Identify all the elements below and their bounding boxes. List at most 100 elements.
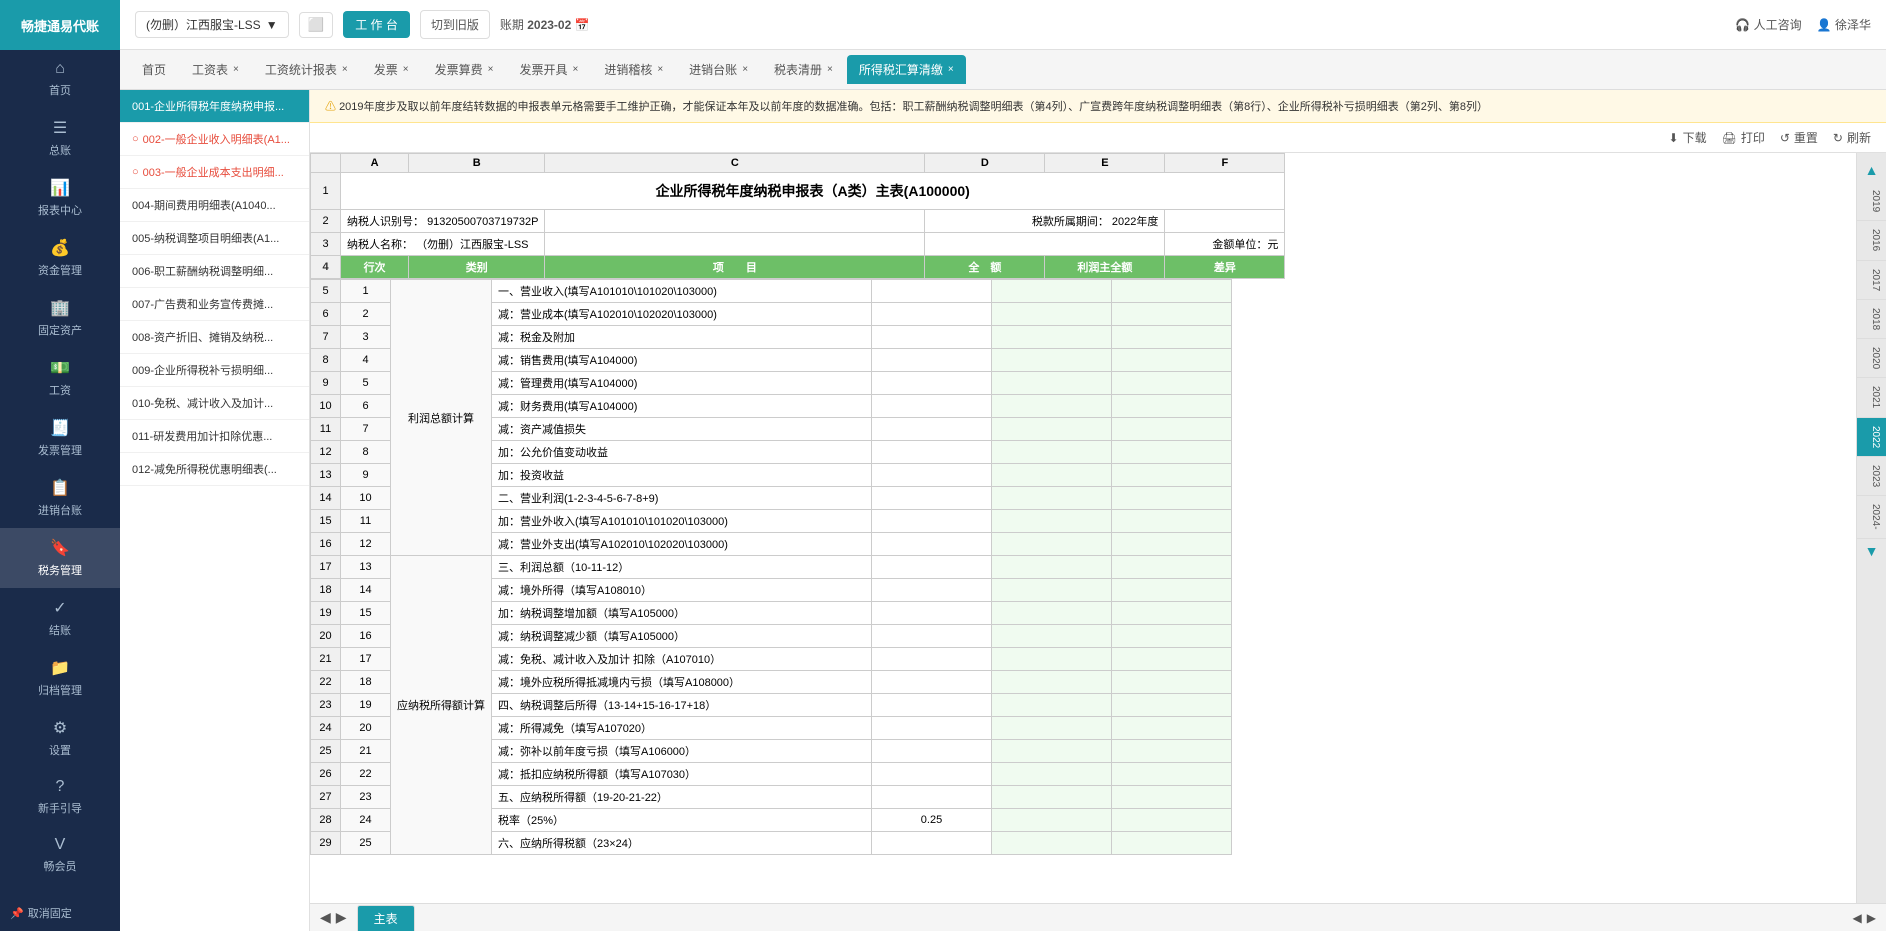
tab-payroll[interactable]: 工资表 × — [180, 55, 251, 84]
tab-sales-ledger[interactable]: 进销台账 × — [677, 55, 760, 84]
close-tab-invoice-fee[interactable]: × — [488, 64, 494, 75]
tab-sales-check[interactable]: 进销稽核 × — [592, 55, 675, 84]
calendar-icon[interactable]: 📅 — [575, 18, 590, 32]
content-area: 001-企业所得税年度纳税申报... 002-一般企业收入明细表(A1... 0… — [120, 90, 1886, 931]
sidebar-item-label: 新手引导 — [38, 800, 82, 816]
download-button[interactable]: ⬇ 下载 — [1669, 129, 1707, 146]
print-button[interactable]: 🖨 打印 — [1722, 129, 1765, 146]
sidebar-item-member[interactable]: V 畅会员 — [0, 826, 120, 884]
sidebar-item-general-ledger[interactable]: ☰ 总账 — [0, 108, 120, 168]
left-panel-item-005[interactable]: 005-纳税调整项目明细表(A1... — [120, 222, 309, 255]
sheet-wrapper: A B C D E F — [310, 153, 1886, 903]
member-icon: V — [55, 836, 66, 854]
tab-invoice-open[interactable]: 发票开具 × — [507, 55, 590, 84]
year-scroll-down[interactable]: ▼ — [1861, 539, 1883, 563]
year-2021[interactable]: 2021 — [1857, 378, 1886, 417]
sheet-tab-main[interactable]: 主表 — [357, 905, 415, 931]
year-2019[interactable]: 2019 — [1857, 182, 1886, 221]
close-tab-payroll-stats[interactable]: × — [342, 64, 348, 75]
left-panel-item-010[interactable]: 010-免税、减计收入及加计... — [120, 387, 309, 420]
tab-invoice[interactable]: 发票 × — [362, 55, 421, 84]
year-2022[interactable]: 2022 — [1857, 418, 1886, 457]
sales-icon: 📋 — [50, 478, 70, 498]
pin-icon: 📌 — [10, 907, 24, 920]
left-panel-item-001[interactable]: 001-企业所得税年度纳税申报... — [120, 90, 309, 123]
reset-button[interactable]: ↺ 重置 — [1780, 129, 1818, 146]
sidebar-item-tax[interactable]: 🔖 税务管理 — [0, 528, 120, 588]
left-panel-item-007[interactable]: 007-广告费和业务宣传费摊... — [120, 288, 309, 321]
year-2018[interactable]: 2018 — [1857, 300, 1886, 339]
home-icon: ⌂ — [55, 60, 65, 78]
sidebar-item-settings[interactable]: ⚙ 设置 — [0, 708, 120, 768]
sidebar-item-label: 报表中心 — [38, 202, 82, 218]
sheet-nav-left[interactable]: ◀ — [320, 909, 331, 926]
sidebar-item-fund[interactable]: 💰 资金管理 — [0, 228, 120, 288]
data-table: 51利润总额计算一、营业收入(填写A101010\101020\103000)6… — [310, 279, 1232, 855]
workbench-button[interactable]: 工 作 台 — [343, 11, 410, 38]
sidebar-item-home[interactable]: ⌂ 首页 — [0, 50, 120, 108]
year-2020[interactable]: 2020 — [1857, 339, 1886, 378]
company-icon-btn[interactable]: ⬜ — [299, 12, 334, 38]
tab-payroll-stats[interactable]: 工资统计报表 × — [253, 55, 360, 84]
tab-tax-list[interactable]: 税表清册 × — [762, 55, 845, 84]
left-panel-item-006[interactable]: 006-职工薪酬纳税调整明细... — [120, 255, 309, 288]
ledger-icon: ☰ — [53, 118, 67, 138]
sheet-tab-bar: ◀ ▶ 主表 ◀ ▶ — [310, 903, 1886, 931]
sidebar-item-settlement[interactable]: ✓ 结账 — [0, 588, 120, 648]
scroll-right-btn[interactable]: ▶ — [1867, 911, 1876, 925]
sidebar-item-report-center[interactable]: 📊 报表中心 — [0, 168, 120, 228]
sidebar-item-label: 归档管理 — [38, 682, 82, 698]
close-tab-sales-check[interactable]: × — [657, 64, 663, 75]
sidebar-item-label: 资金管理 — [38, 262, 82, 278]
year-2023[interactable]: 2023 — [1857, 457, 1886, 496]
refresh-button[interactable]: ↻ 刷新 — [1833, 129, 1871, 146]
sidebar-item-label: 结账 — [49, 622, 71, 638]
sidebar-item-label: 畅会员 — [44, 858, 77, 874]
refresh-icon: ↻ — [1833, 131, 1843, 145]
nav-tabs: 首页 工资表 × 工资统计报表 × 发票 × 发票算费 × 发票开具 × — [120, 50, 1886, 90]
left-panel-item-002[interactable]: 002-一般企业收入明细表(A1... — [120, 123, 309, 156]
left-panel-item-009[interactable]: 009-企业所得税补亏损明细... — [120, 354, 309, 387]
year-2017[interactable]: 2017 — [1857, 261, 1886, 300]
cancel-fixed-btn[interactable]: 📌 取消固定 — [0, 895, 120, 931]
close-tab-sales-ledger[interactable]: × — [742, 64, 748, 75]
tax-icon: 🔖 — [50, 538, 70, 558]
close-tab-invoice-open[interactable]: × — [572, 64, 578, 75]
close-tab-tax-list[interactable]: × — [827, 64, 833, 75]
sidebar-item-guide[interactable]: ? 新手引导 — [0, 768, 120, 826]
left-panel-item-011[interactable]: 011-研发费用加计扣除优惠... — [120, 420, 309, 453]
spreadsheet-container[interactable]: A B C D E F — [310, 153, 1856, 903]
info-row-2: 3 纳税人名称： （勿删）江西服宝-LSS 金额单位：元 — [311, 233, 1285, 256]
left-panel-item-008[interactable]: 008-资产折旧、摊销及纳税... — [120, 321, 309, 354]
year-2024[interactable]: 2024- — [1857, 496, 1886, 539]
company-selector[interactable]: (勿删）江西服宝-LSS ▼ — [135, 11, 289, 38]
scroll-left-btn[interactable]: ◀ — [1853, 911, 1862, 925]
sidebar-item-payroll[interactable]: 💵 工资 — [0, 348, 120, 408]
user-icon: 👤 — [1817, 18, 1832, 32]
left-panel-item-004[interactable]: 004-期间费用明细表(A1040... — [120, 189, 309, 222]
tab-tax-settlement[interactable]: 所得税汇算清缴 × — [847, 55, 966, 84]
sidebar-item-invoice[interactable]: 🧾 发票管理 — [0, 408, 120, 468]
left-panel-item-012[interactable]: 012-减免所得税优惠明细表(... — [120, 453, 309, 486]
sidebar-item-label: 首页 — [49, 82, 71, 98]
year-2016[interactable]: 2016 — [1857, 221, 1886, 260]
switch-version-button[interactable]: 切到旧版 — [420, 10, 490, 39]
close-tab-invoice[interactable]: × — [403, 64, 409, 75]
sidebar-item-archive[interactable]: 📁 归档管理 — [0, 648, 120, 708]
year-scroll-up[interactable]: ▲ — [1861, 158, 1883, 182]
close-tab-payroll[interactable]: × — [233, 64, 239, 75]
close-tab-tax-settlement[interactable]: × — [948, 64, 954, 75]
sidebar-item-label: 总账 — [49, 142, 71, 158]
sidebar-item-fixed-assets[interactable]: 🏢 固定资产 — [0, 288, 120, 348]
company-name: (勿删）江西服宝-LSS — [146, 16, 261, 33]
left-panel-item-003[interactable]: 003-一般企业成本支出明细... — [120, 156, 309, 189]
tab-home[interactable]: 首页 — [130, 55, 178, 84]
sidebar-item-sales[interactable]: 📋 进销台账 — [0, 468, 120, 528]
user-service[interactable]: 🎧 人工咨询 — [1735, 16, 1801, 33]
download-icon: ⬇ — [1669, 131, 1679, 145]
fund-icon: 💰 — [50, 238, 70, 258]
sheet-nav-right[interactable]: ▶ — [336, 909, 347, 926]
tab-invoice-fee[interactable]: 发票算费 × — [423, 55, 506, 84]
payroll-icon: 💵 — [50, 358, 70, 378]
print-icon: 🖨 — [1722, 131, 1737, 145]
